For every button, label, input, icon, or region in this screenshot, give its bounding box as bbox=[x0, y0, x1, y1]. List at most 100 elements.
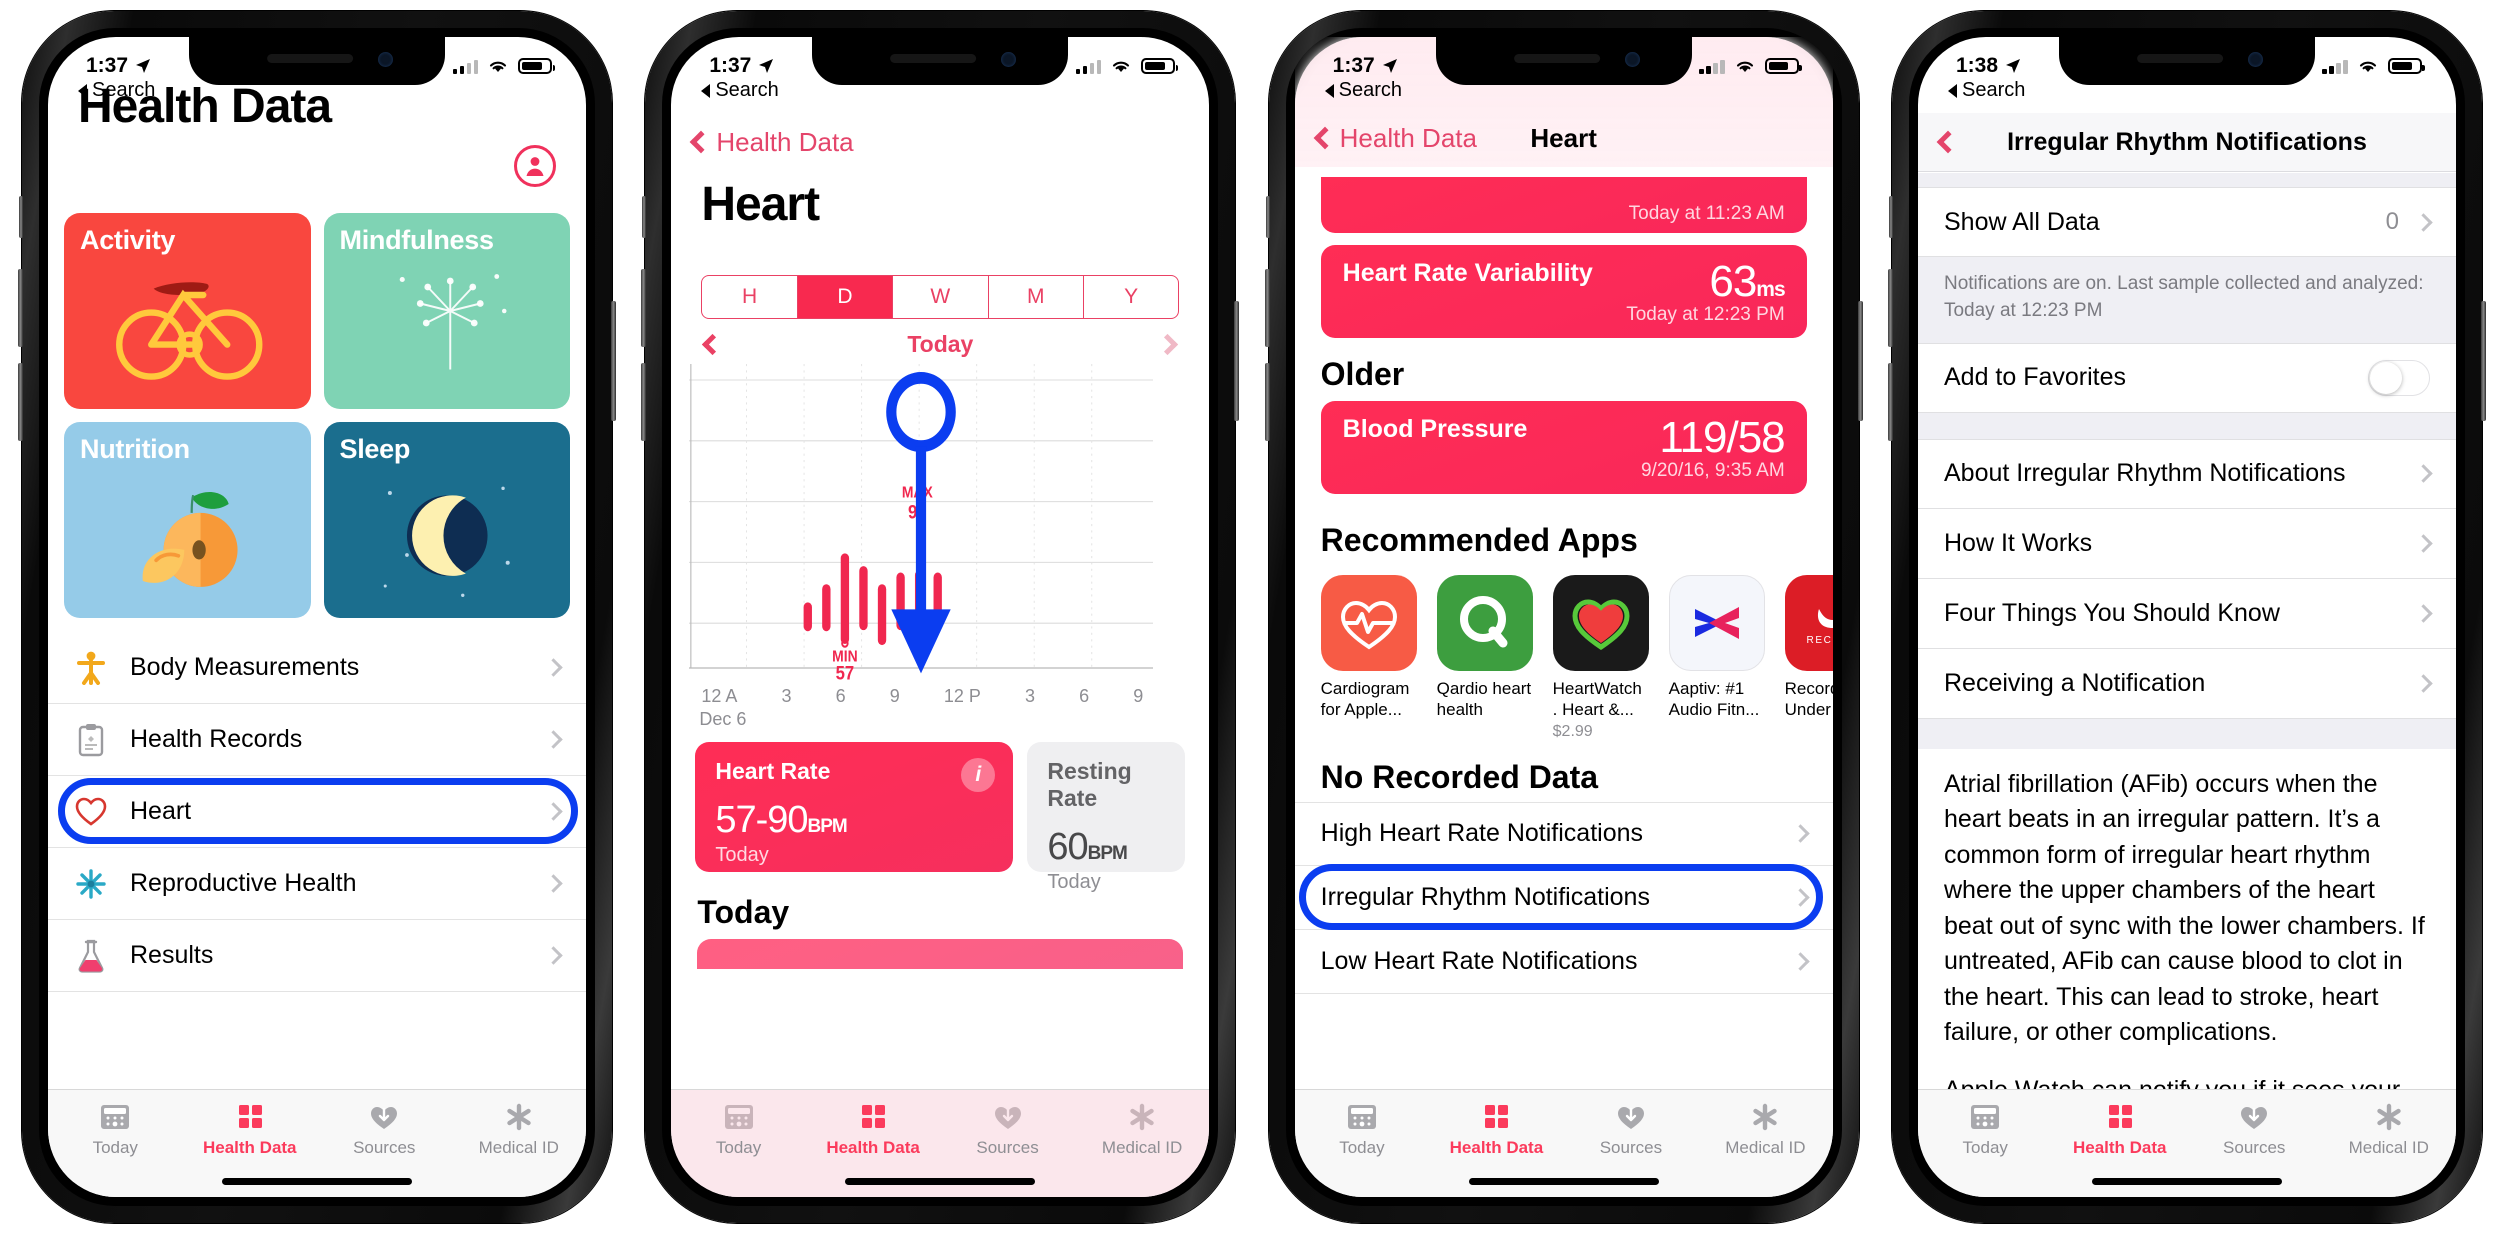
tab-medical-id[interactable]: Medical ID bbox=[1075, 1103, 1210, 1158]
stat-card-heart-rate[interactable]: Heart Rate i 57-90BPM Today bbox=[695, 742, 1014, 872]
tab-today[interactable]: Today bbox=[671, 1103, 806, 1158]
back-to-search-crumb[interactable]: Search bbox=[701, 79, 779, 102]
row-value: 0 bbox=[2385, 208, 2399, 235]
sidebar-item-results[interactable]: Results bbox=[48, 920, 586, 992]
back-button[interactable] bbox=[1936, 130, 1960, 154]
sidebar-item-reproductive-health[interactable]: Reproductive Health bbox=[48, 848, 586, 920]
card-activity[interactable]: Activity bbox=[64, 213, 311, 409]
app-qardio[interactable]: Qardio heart health bbox=[1436, 575, 1533, 741]
sidebar-item-health-records[interactable]: Health Records bbox=[48, 704, 586, 776]
grid-squares-icon bbox=[1485, 1105, 1509, 1128]
tab-today[interactable]: Today bbox=[1918, 1103, 2053, 1158]
grid-squares-icon bbox=[238, 1105, 262, 1128]
tab-health-data[interactable]: Health Data bbox=[2052, 1103, 2187, 1158]
location-arrow-icon bbox=[2006, 59, 2021, 73]
heart-detail-scroll: H D W M Y Today MIN 57 12 A 3 6 9 12 P 3… bbox=[671, 267, 1209, 1089]
heart-download-icon bbox=[994, 1107, 1021, 1129]
card-heart-rate-variability[interactable]: Heart Rate Variability 63ms Today at 12:… bbox=[1320, 245, 1807, 338]
tab-health-data[interactable]: Health Data bbox=[806, 1103, 941, 1158]
stat-unit: BPM bbox=[1087, 843, 1128, 864]
aaptiv-icon bbox=[1668, 575, 1765, 671]
crumb-label: Search bbox=[1961, 79, 2026, 101]
tab-medical-id[interactable]: Medical ID bbox=[2321, 1103, 2456, 1158]
range-segmented-control[interactable]: H D W M Y bbox=[701, 275, 1180, 319]
asterisk-icon bbox=[507, 1103, 531, 1131]
app-aaptiv[interactable]: Aaptiv: #1 Audio Fitn... bbox=[1668, 575, 1765, 741]
seg-w[interactable]: W bbox=[893, 276, 989, 318]
chevron-left-icon bbox=[1936, 130, 1960, 154]
wifi-icon bbox=[1113, 61, 1130, 72]
sidebar-item-heart[interactable]: Heart bbox=[48, 776, 586, 848]
row-high-heart-rate-notifications[interactable]: High Heart Rate Notifications bbox=[1294, 801, 1833, 866]
app-heartwatch[interactable]: HeartWatch . Heart &... $2.99 bbox=[1552, 575, 1649, 741]
back-to-search-crumb[interactable]: Search bbox=[78, 79, 155, 102]
chevron-right-icon bbox=[544, 802, 563, 821]
seg-d[interactable]: D bbox=[797, 276, 894, 318]
next-day-button[interactable] bbox=[1157, 333, 1179, 356]
back-to-search-crumb[interactable]: Search bbox=[1324, 79, 1402, 102]
asterisk-icon bbox=[2377, 1103, 2401, 1131]
back-label: Health Data bbox=[1339, 122, 1477, 153]
row-show-all-data[interactable]: Show All Data 0 bbox=[1917, 187, 2456, 257]
status-time: 1:38 bbox=[1955, 54, 1999, 77]
back-button-health-data[interactable]: Health Data bbox=[1313, 122, 1477, 154]
tab-medical-id[interactable]: Medical ID bbox=[1698, 1103, 1833, 1158]
tab-bar: Today Health Data Sources Medical ID bbox=[48, 1089, 586, 1197]
recommended-apps-row[interactable]: Cardiogram for Apple... Qardio heart hea… bbox=[1295, 569, 1833, 741]
status-time: 1:37 bbox=[1332, 54, 1375, 77]
tab-health-data[interactable]: Health Data bbox=[183, 1103, 318, 1158]
tab-health-data[interactable]: Health Data bbox=[1429, 1103, 1564, 1158]
app-name: Cardiogram for Apple... bbox=[1320, 679, 1410, 720]
seg-y[interactable]: Y bbox=[1084, 276, 1178, 318]
tab-sources[interactable]: Sources bbox=[1564, 1103, 1699, 1158]
stat-title: Resting Rate bbox=[1047, 758, 1132, 811]
sidebar-item-body-measurements[interactable]: Body Measurements bbox=[48, 632, 586, 704]
partial-card-top[interactable]: Today at 11:23 AM bbox=[1320, 177, 1807, 233]
tab-medical-id[interactable]: Medical ID bbox=[452, 1103, 587, 1158]
partial-card[interactable] bbox=[697, 939, 1184, 969]
tab-today[interactable]: Today bbox=[1295, 1103, 1430, 1158]
card-sleep[interactable]: Sleep bbox=[323, 422, 570, 618]
category-card-grid: Activity Mindfulness Nutrition Sleep bbox=[48, 203, 586, 632]
body-figure-icon bbox=[74, 649, 108, 687]
back-button-health-data[interactable]: Health Data bbox=[690, 127, 854, 158]
row-how-it-works[interactable]: How It Works bbox=[1917, 508, 2456, 579]
row-low-heart-rate-notifications[interactable]: Low Heart Rate Notifications bbox=[1294, 929, 1833, 994]
card-nutrition[interactable]: Nutrition bbox=[64, 422, 311, 618]
back-to-search-crumb[interactable]: Search bbox=[1947, 79, 2026, 102]
previous-day-button[interactable] bbox=[702, 333, 724, 356]
stat-value: 57-90 bbox=[715, 799, 808, 841]
stat-card-resting-rate[interactable]: Resting Rate 60BPM Today bbox=[1027, 742, 1186, 893]
moon-icon bbox=[383, 486, 510, 598]
row-label: Add to Favorites bbox=[1943, 363, 2127, 392]
grid-squares-icon bbox=[2108, 1105, 2132, 1128]
tab-sources[interactable]: Sources bbox=[940, 1103, 1075, 1158]
cellular-signal-icon bbox=[1075, 59, 1102, 74]
row-four-things-you-should-know[interactable]: Four Things You Should Know bbox=[1917, 578, 2456, 649]
profile-avatar-button[interactable] bbox=[514, 145, 556, 187]
card-mindfulness[interactable]: Mindfulness bbox=[323, 213, 570, 409]
heart-outline-icon bbox=[74, 793, 108, 831]
row-irregular-rhythm-notifications[interactable]: Irregular Rhythm Notifications bbox=[1294, 865, 1833, 930]
chevron-right-icon bbox=[2414, 674, 2433, 693]
heart-download-icon bbox=[2241, 1107, 2268, 1129]
health-data-content: Activity Mindfulness Nutrition Sleep Bod… bbox=[48, 203, 586, 1089]
app-record-ua[interactable]: RECORD Record by Under Ar... bbox=[1784, 575, 1833, 741]
row-about-irregular-rhythm-notifications[interactable]: About Irregular Rhythm Notifications bbox=[1917, 438, 2456, 509]
tab-label: Sources bbox=[976, 1138, 1039, 1157]
row-add-to-favorites[interactable]: Add to Favorites bbox=[1917, 342, 2456, 413]
tab-sources[interactable]: Sources bbox=[317, 1103, 452, 1158]
seg-h[interactable]: H bbox=[702, 276, 798, 318]
app-cardiogram[interactable]: Cardiogram for Apple... bbox=[1320, 575, 1417, 741]
tab-sources[interactable]: Sources bbox=[2187, 1103, 2322, 1158]
tab-today[interactable]: Today bbox=[48, 1103, 183, 1158]
seg-m[interactable]: M bbox=[989, 276, 1084, 318]
add-to-favorites-toggle[interactable] bbox=[2367, 359, 2430, 396]
card-blood-pressure[interactable]: Blood Pressure 119/58 9/20/16, 9:35 AM bbox=[1320, 401, 1807, 494]
cellular-signal-icon bbox=[1699, 59, 1725, 74]
row-receiving-a-notification[interactable]: Receiving a Notification bbox=[1917, 648, 2456, 719]
row-label: High Heart Rate Notifications bbox=[1320, 819, 1644, 847]
tab-bar: Today Health Data Sources Medical ID bbox=[671, 1089, 1210, 1197]
info-icon[interactable]: i bbox=[961, 758, 996, 792]
section-heading-no-recorded-data: No Recorded Data bbox=[1320, 758, 1599, 795]
